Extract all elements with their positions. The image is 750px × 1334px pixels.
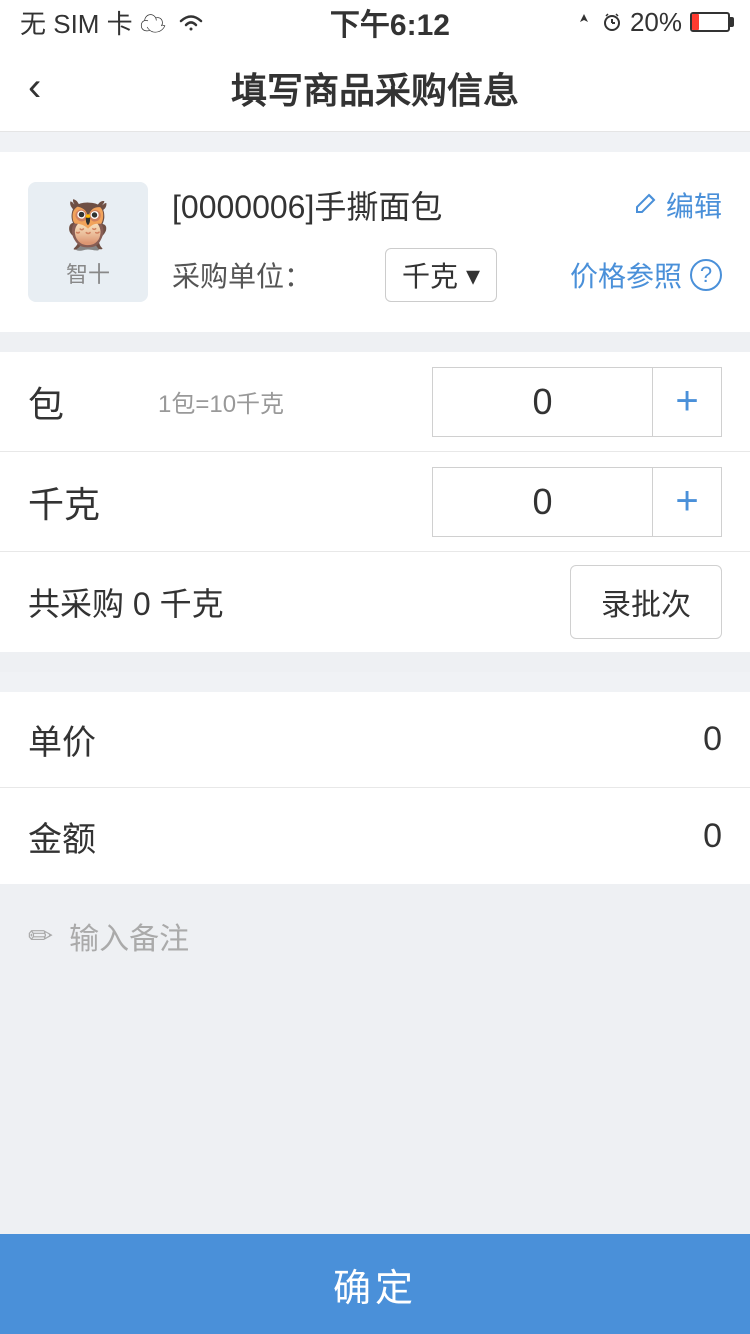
summary-text: 共采购 0 千克 <box>28 579 224 625</box>
quantity-section: 包 1包=10千克 + 千克 + <box>0 352 750 552</box>
batch-button[interactable]: 录批次 <box>570 565 722 639</box>
price-value-unit: 0 <box>703 720 722 759</box>
product-thumb-label: 智十 <box>66 257 110 289</box>
quantity-label-kg: 千克 <box>28 476 148 528</box>
price-value-amount: 0 <box>703 817 722 856</box>
product-card: 🦉 智十 [0000006]手撕面包 编辑 采购单位： 千克 ▾ 价格参照 ? <box>0 152 750 332</box>
product-thumb-icon: 🦉 <box>58 196 118 253</box>
battery-icon <box>690 12 730 32</box>
unit-label: 采购单位： <box>172 255 312 295</box>
status-right: 20% <box>574 7 730 38</box>
quantity-input-kg[interactable] <box>432 467 652 537</box>
wifi-icon <box>176 11 206 33</box>
product-header: [0000006]手撕面包 编辑 <box>172 182 722 228</box>
status-bar: 无 SIM 卡 ☁ 下午6:12 20% <box>0 0 750 44</box>
location-icon <box>574 12 594 32</box>
quantity-input-wrap-kg: + <box>432 467 722 537</box>
quantity-input-bao[interactable] <box>432 367 652 437</box>
product-info: [0000006]手撕面包 编辑 采购单位： 千克 ▾ 价格参照 ? <box>172 182 722 302</box>
help-icon: ? <box>690 259 722 291</box>
quantity-row-bao: 包 1包=10千克 + <box>0 352 750 452</box>
price-ref-button[interactable]: 价格参照 ? <box>570 255 722 295</box>
section-divider-1 <box>0 332 750 352</box>
quantity-plus-bao[interactable]: + <box>652 367 722 437</box>
product-thumbnail: 🦉 智十 <box>28 182 148 302</box>
back-button[interactable]: ‹ <box>28 65 41 110</box>
price-label-unit: 单价 <box>28 715 96 764</box>
price-label-amount: 金额 <box>28 812 96 861</box>
quantity-row-kg: 千克 + <box>0 452 750 552</box>
status-left: 无 SIM 卡 ☁ <box>20 4 206 41</box>
unit-select[interactable]: 千克 ▾ <box>385 248 497 302</box>
battery-fill <box>692 14 699 30</box>
confirm-button[interactable]: 确定 <box>0 1234 750 1334</box>
price-row-unit: 单价 0 <box>0 692 750 788</box>
summary-row: 共采购 0 千克 录批次 <box>0 552 750 652</box>
chevron-down-icon: ▾ <box>466 259 480 292</box>
remark-placeholder: 输入备注 <box>69 914 189 958</box>
page-title: 填写商品采购信息 <box>231 62 519 114</box>
edit-label: 编辑 <box>666 185 722 225</box>
battery-percentage: 20% <box>630 7 682 38</box>
edit-icon <box>634 192 660 218</box>
status-time: 下午6:12 <box>330 0 450 44</box>
product-name: [0000006]手撕面包 <box>172 182 442 228</box>
section-divider-2 <box>0 652 750 672</box>
quantity-sublabel-bao: 1包=10千克 <box>158 384 432 419</box>
quantity-label-bao: 包 <box>28 376 148 428</box>
remark-section[interactable]: ✏ 输入备注 <box>0 884 750 988</box>
price-section: 单价 0 金额 0 <box>0 692 750 884</box>
unit-value: 千克 <box>402 255 458 295</box>
alarm-icon <box>602 12 622 32</box>
product-unit-row: 采购单位： 千克 ▾ 价格参照 ? <box>172 248 722 302</box>
quantity-plus-kg[interactable]: + <box>652 467 722 537</box>
price-ref-label: 价格参照 <box>570 255 682 295</box>
nav-bar: ‹ 填写商品采购信息 <box>0 44 750 132</box>
quantity-input-wrap-bao: + <box>432 367 722 437</box>
price-row-amount: 金额 0 <box>0 788 750 884</box>
sim-status: 无 SIM 卡 ☁ <box>20 4 166 41</box>
edit-button[interactable]: 编辑 <box>634 185 722 225</box>
pencil-icon: ✏ <box>28 919 53 954</box>
